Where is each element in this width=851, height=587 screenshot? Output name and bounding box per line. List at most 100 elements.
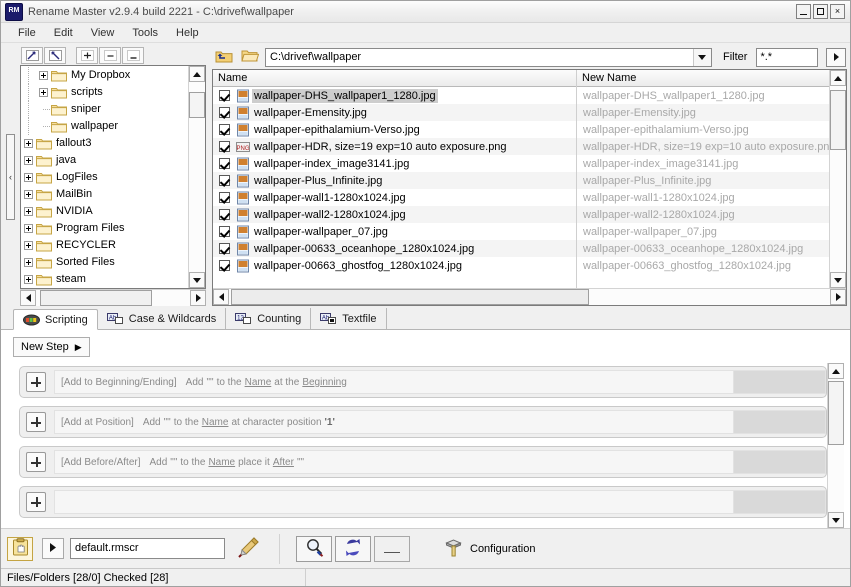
- tree-scroll-up-button[interactable]: [189, 66, 205, 82]
- tab-textfile[interactable]: Ab Textfile: [311, 308, 387, 329]
- table-row[interactable]: wallpaper-wallpaper_07.jpg: [213, 223, 576, 240]
- tree-remove-button[interactable]: [99, 46, 121, 64]
- tab-case-wildcards[interactable]: Ab Case & Wildcards: [98, 308, 227, 329]
- menu-help[interactable]: Help: [167, 25, 208, 41]
- list-hscroll-thumb[interactable]: [231, 289, 589, 305]
- row-checkbox[interactable]: [219, 158, 230, 169]
- script-step[interactable]: [Add at Position] Add "" to the Name at chara…: [19, 406, 827, 438]
- row-checkbox[interactable]: [219, 107, 230, 118]
- script-step-token[interactable]: '1': [325, 417, 335, 428]
- file-name[interactable]: wallpaper-index_image3141.jpg: [254, 158, 409, 170]
- script-step-value-area[interactable]: [734, 410, 826, 434]
- tab-counting[interactable]: 12 Counting: [226, 308, 312, 329]
- script-step-text[interactable]: [Add Before/After] Add "" to the Name place i…: [54, 450, 734, 474]
- maximize-button[interactable]: [813, 4, 828, 19]
- file-name[interactable]: wallpaper-epithalamium-Verso.jpg: [254, 124, 420, 136]
- tree-node[interactable]: scripts: [21, 84, 188, 101]
- tree-hscroll-thumb[interactable]: [40, 290, 152, 306]
- script-step-value-area[interactable]: [734, 370, 826, 394]
- new-step-button[interactable]: New Step ▶: [13, 337, 90, 357]
- tree-collapse-node-button[interactable]: [122, 46, 144, 64]
- script-step[interactable]: [Add Before/After] Add "" to the Name place i…: [19, 446, 827, 478]
- filter-input[interactable]: *.*: [756, 47, 819, 67]
- steps-scroll-thumb[interactable]: [828, 381, 844, 445]
- configuration-button[interactable]: Configuration: [444, 538, 535, 560]
- add-step-icon[interactable]: [26, 372, 46, 392]
- rename-button[interactable]: [335, 535, 371, 562]
- collapse-tree-handle[interactable]: ‹: [6, 133, 15, 220]
- column-header-name[interactable]: Name: [213, 70, 576, 87]
- list-hscroll-track[interactable]: [229, 289, 831, 305]
- tree-expand-icon[interactable]: [24, 190, 33, 199]
- script-step[interactable]: [Add to Beginning/Ending] Add "" to the Name…: [19, 366, 827, 398]
- list-hscroll-right-button[interactable]: [830, 289, 847, 305]
- tree-expand-icon[interactable]: [24, 241, 33, 250]
- file-name[interactable]: wallpaper-Emensity.jpg: [254, 107, 367, 119]
- tree-expand-icon[interactable]: [24, 173, 33, 182]
- table-row[interactable]: wallpaper-wall2-1280x1024.jpg: [213, 206, 576, 223]
- row-checkbox[interactable]: [219, 243, 230, 254]
- tree-hscroll-right-button[interactable]: [190, 290, 206, 306]
- table-row[interactable]: PNG wallpaper-HDR, size=19 exp=10 auto ex…: [213, 138, 576, 155]
- row-checkbox[interactable]: [219, 175, 230, 186]
- menu-tools[interactable]: Tools: [123, 25, 167, 41]
- row-checkbox[interactable]: [219, 141, 230, 152]
- table-row[interactable]: wallpaper-00633_oceanhope_1280x1024.jpg: [213, 240, 576, 257]
- file-name[interactable]: wallpaper-HDR, size=19 exp=10 auto expos…: [254, 141, 507, 153]
- tree-expand-icon[interactable]: [39, 88, 48, 97]
- add-step-icon[interactable]: [26, 492, 46, 512]
- tree-scroll-thumb[interactable]: [189, 92, 205, 118]
- file-name[interactable]: wallpaper-DHS_wallpaper1_1280.jpg: [252, 88, 438, 103]
- script-step-token[interactable]: Name: [208, 457, 235, 468]
- menu-view[interactable]: View: [82, 25, 124, 41]
- tree-node[interactable]: RECYCLER: [21, 237, 188, 254]
- list-vertical-scrollbar[interactable]: [829, 70, 847, 288]
- tree-expand-icon[interactable]: [24, 258, 33, 267]
- steps-vertical-scrollbar[interactable]: [827, 363, 844, 528]
- add-step-icon[interactable]: [26, 412, 46, 432]
- tree-node[interactable]: LogFiles: [21, 169, 188, 186]
- tree-node[interactable]: Sorted Files: [21, 254, 188, 271]
- tree-scroll-down-button[interactable]: [189, 272, 205, 288]
- load-script-button[interactable]: [7, 536, 33, 561]
- path-dropdown-button[interactable]: [692, 48, 711, 66]
- script-step-text[interactable]: [54, 490, 734, 514]
- edit-script-button[interactable]: [235, 536, 263, 562]
- file-name[interactable]: wallpaper-Plus_Infinite.jpg: [254, 175, 382, 187]
- script-step-text[interactable]: [Add at Position] Add "" to the Name at chara…: [54, 410, 734, 434]
- tree-node[interactable]: wallpaper: [21, 118, 188, 135]
- script-step-value-area[interactable]: [734, 490, 826, 514]
- script-step-value-area[interactable]: [734, 450, 826, 474]
- tree-expand-icon[interactable]: [24, 156, 33, 165]
- table-row[interactable]: wallpaper-wall1-1280x1024.jpg: [213, 189, 576, 206]
- close-button[interactable]: ×: [830, 4, 845, 19]
- path-combobox[interactable]: C:\drivef\wallpaper: [265, 47, 712, 67]
- list-scroll-up-button[interactable]: [830, 70, 847, 86]
- tree-scroll-track[interactable]: [189, 82, 205, 272]
- tree-node[interactable]: steam: [21, 271, 188, 288]
- tree-node[interactable]: NVIDIA: [21, 203, 188, 220]
- folder-tree[interactable]: My Dropbox scripts sniper wallpaper fallout3…: [20, 65, 206, 289]
- file-name[interactable]: wallpaper-wall1-1280x1024.jpg: [254, 192, 406, 204]
- script-step-token[interactable]: Name: [245, 377, 272, 388]
- row-checkbox[interactable]: [219, 209, 230, 220]
- tree-node[interactable]: java: [21, 152, 188, 169]
- script-step-token[interactable]: Name: [202, 417, 229, 428]
- filter-apply-button[interactable]: [826, 47, 847, 67]
- tree-vertical-scrollbar[interactable]: [188, 66, 205, 288]
- file-name[interactable]: wallpaper-wall2-1280x1024.jpg: [254, 209, 406, 221]
- file-name[interactable]: wallpaper-00633_oceanhope_1280x1024.jpg: [254, 243, 474, 255]
- table-row[interactable]: wallpaper-epithalamium-Verso.jpg: [213, 121, 576, 138]
- file-name[interactable]: wallpaper-wallpaper_07.jpg: [254, 226, 388, 238]
- tree-add-button[interactable]: [76, 46, 98, 64]
- row-checkbox[interactable]: [219, 260, 230, 271]
- tree-node[interactable]: sniper: [21, 101, 188, 118]
- row-checkbox[interactable]: [219, 226, 230, 237]
- add-step-icon[interactable]: [26, 452, 46, 472]
- steps-scroll-track[interactable]: [828, 379, 844, 512]
- menu-edit[interactable]: Edit: [45, 25, 82, 41]
- tree-expand-icon[interactable]: [39, 71, 48, 80]
- browse-folder-button[interactable]: [239, 47, 260, 67]
- preview-button[interactable]: [296, 535, 332, 562]
- row-checkbox[interactable]: [219, 124, 230, 135]
